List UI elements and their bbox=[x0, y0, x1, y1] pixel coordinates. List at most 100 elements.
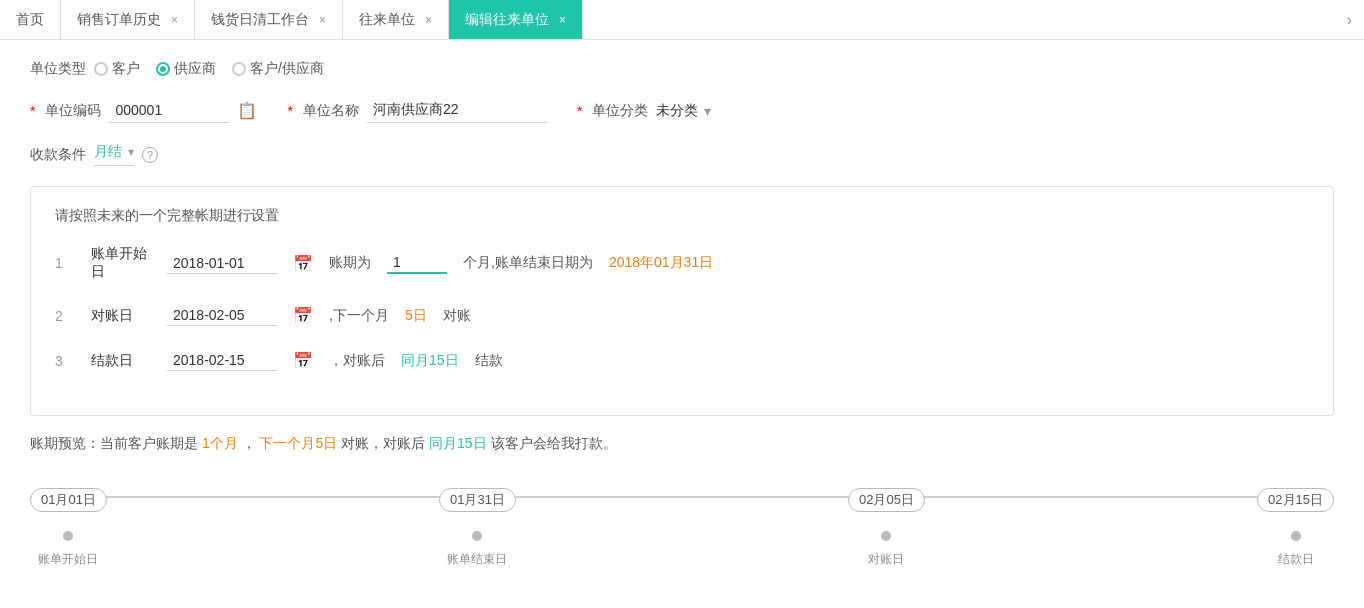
radio-both-circle bbox=[232, 62, 246, 76]
timeline-point-1: 01月31日 账单结束日 bbox=[439, 488, 516, 568]
period-month-input[interactable] bbox=[387, 252, 447, 274]
unit-name-input[interactable] bbox=[367, 98, 547, 123]
payment-terms-row: 收款条件 月结 ▾ ? bbox=[30, 143, 1334, 166]
radio-supplier[interactable]: 供应商 bbox=[156, 60, 216, 78]
payment-terms-value: 月结 bbox=[94, 143, 122, 161]
radio-supplier-label: 供应商 bbox=[174, 60, 216, 78]
period-label-2: 对账日 bbox=[91, 307, 151, 325]
unit-type-label: 单位类型 bbox=[30, 60, 86, 78]
unit-code-icon[interactable]: 📋 bbox=[237, 101, 257, 120]
tab-partner-units[interactable]: 往来单位 × bbox=[343, 0, 449, 39]
radio-customer-label: 客户 bbox=[112, 60, 140, 78]
radio-customer-circle bbox=[94, 62, 108, 76]
timeline-badge-3: 02月15日 bbox=[1257, 488, 1334, 512]
preview-part1: 1个月 bbox=[202, 435, 238, 451]
period-settings-box: 请按照未来的一个完整帐期进行设置 1 账单开始日 📅 账期为 个月,账单结束日期… bbox=[30, 186, 1334, 416]
unit-name-star: * bbox=[287, 103, 292, 119]
tab-partner-units-label: 往来单位 bbox=[359, 11, 415, 29]
tab-cash-work[interactable]: 钱货日清工作台 × bbox=[195, 0, 343, 39]
timeline-point-2: 02月05日 对账日 bbox=[848, 488, 925, 568]
period-num-2: 2 bbox=[55, 308, 75, 324]
timeline-dot-3 bbox=[1291, 531, 1301, 541]
main-content: 单位类型 客户 供应商 客户/供应商 * 单位编码 bbox=[0, 40, 1364, 608]
tab-more-button[interactable]: › bbox=[1335, 11, 1364, 29]
timeline-date-2: 02月05日 bbox=[859, 492, 914, 507]
timeline-date-0: 01月01日 bbox=[41, 492, 96, 507]
payment-terms-arrow-icon: ▾ bbox=[128, 145, 134, 159]
unit-code-group: * 单位编码 📋 bbox=[30, 98, 257, 123]
period-start-calendar-icon[interactable]: 📅 bbox=[293, 254, 313, 273]
preview-part3: 同月15日 bbox=[429, 435, 487, 451]
chevron-down-icon: ▾ bbox=[704, 103, 711, 119]
timeline-dot-0 bbox=[63, 531, 73, 541]
preview-sep1: ， bbox=[242, 435, 256, 451]
timeline-point-3: 02月15日 结款日 bbox=[1257, 488, 1334, 568]
period-row-1: 1 账单开始日 📅 账期为 个月,账单结束日期为 2018年01月31日 bbox=[55, 245, 1309, 281]
tab-home[interactable]: 首页 bbox=[0, 0, 61, 39]
radio-both-label: 客户/供应商 bbox=[250, 60, 324, 78]
tab-sales-history[interactable]: 销售订单历史 × bbox=[61, 0, 195, 39]
tab-sales-history-close[interactable]: × bbox=[171, 13, 178, 27]
unit-code-input[interactable] bbox=[109, 98, 229, 123]
unit-name-group: * 单位名称 bbox=[287, 98, 546, 123]
tab-partner-units-close[interactable]: × bbox=[425, 13, 432, 27]
period-num-3: 3 bbox=[55, 353, 75, 369]
unit-name-label: 单位名称 bbox=[303, 102, 359, 120]
timeline-badge-1: 01月31日 bbox=[439, 488, 516, 512]
tab-bar: 首页 销售订单历史 × 钱货日清工作台 × 往来单位 × 编辑往来单位 × › bbox=[0, 0, 1364, 40]
unit-category-value: 未分类 bbox=[656, 102, 698, 120]
period-start-date-input[interactable] bbox=[167, 253, 277, 274]
unit-category-dropdown[interactable]: 未分类 ▾ bbox=[656, 102, 711, 120]
tab-home-label: 首页 bbox=[16, 11, 44, 29]
payment-terms-group: 收款条件 月结 ▾ ? bbox=[30, 143, 158, 166]
payment-terms-select[interactable]: 月结 ▾ bbox=[94, 143, 134, 166]
unit-type-group: 单位类型 客户 供应商 客户/供应商 bbox=[30, 60, 324, 78]
tab-sales-history-label: 销售订单历史 bbox=[77, 11, 161, 29]
timeline-label-3: 结款日 bbox=[1278, 551, 1314, 568]
timeline-badge-0: 01月01日 bbox=[30, 488, 107, 512]
period-settlement-date-input[interactable] bbox=[167, 350, 277, 371]
period-label-3: 结款日 bbox=[91, 352, 151, 370]
tab-edit-partner-close[interactable]: × bbox=[559, 13, 566, 27]
timeline-date-3: 02月15日 bbox=[1268, 492, 1323, 507]
help-icon[interactable]: ? bbox=[142, 147, 158, 163]
unit-category-label: 单位分类 bbox=[592, 102, 648, 120]
preview-part2: 下一个月5日 bbox=[259, 435, 337, 451]
timeline-date-1: 01月31日 bbox=[450, 492, 505, 507]
period-suffix-text: 账期为 bbox=[329, 254, 371, 272]
period-reconcile-calendar-icon[interactable]: 📅 bbox=[293, 306, 313, 325]
period-month-unit: 个月,账单结束日期为 bbox=[463, 254, 593, 272]
tab-edit-partner-label: 编辑往来单位 bbox=[465, 11, 549, 29]
timeline-label-1: 账单结束日 bbox=[447, 551, 507, 568]
period-reconcile-day-highlight: 5日 bbox=[405, 307, 427, 325]
unit-type-row: 单位类型 客户 供应商 客户/供应商 bbox=[30, 60, 1334, 78]
period-row-3: 3 结款日 📅 ，对账后 同月15日 结款 bbox=[55, 350, 1309, 371]
period-settlement-suffix: 结款 bbox=[475, 352, 503, 370]
period-reconcile-date-input[interactable] bbox=[167, 305, 277, 326]
timeline-label-0: 账单开始日 bbox=[38, 551, 98, 568]
radio-supplier-circle bbox=[156, 62, 170, 76]
period-label-1: 账单开始日 bbox=[91, 245, 151, 281]
timeline-badge-2: 02月05日 bbox=[848, 488, 925, 512]
unit-category-star: * bbox=[577, 103, 582, 119]
timeline-points: 01月01日 账单开始日 01月31日 账单结束日 02月05日 对账日 bbox=[30, 488, 1334, 568]
preview-middle: 对账，对账后 bbox=[341, 435, 425, 451]
radio-group: 客户 供应商 客户/供应商 bbox=[94, 60, 324, 78]
timeline-dot-1 bbox=[472, 531, 482, 541]
period-settlement-calendar-icon[interactable]: 📅 bbox=[293, 351, 313, 370]
unit-code-label: 单位编码 bbox=[45, 102, 101, 120]
unit-category-group: * 单位分类 未分类 ▾ bbox=[577, 102, 711, 120]
timeline-label-2: 对账日 bbox=[868, 551, 904, 568]
tab-cash-work-label: 钱货日清工作台 bbox=[211, 11, 309, 29]
preview-end: 该客户会给我打款。 bbox=[491, 435, 617, 451]
timeline-dot-2 bbox=[881, 531, 891, 541]
period-num-1: 1 bbox=[55, 255, 75, 271]
preview-text: 账期预览：当前客户账期是 1个月 ， 下一个月5日 对账，对账后 同月15日 该… bbox=[30, 432, 1334, 454]
period-settlement-prefix: ，对账后 bbox=[329, 352, 385, 370]
radio-both[interactable]: 客户/供应商 bbox=[232, 60, 324, 78]
period-reconcile-prefix: ,下一个月 bbox=[329, 307, 389, 325]
radio-customer[interactable]: 客户 bbox=[94, 60, 140, 78]
tab-cash-work-close[interactable]: × bbox=[319, 13, 326, 27]
period-title: 请按照未来的一个完整帐期进行设置 bbox=[55, 207, 1309, 225]
tab-edit-partner[interactable]: 编辑往来单位 × bbox=[449, 0, 583, 39]
